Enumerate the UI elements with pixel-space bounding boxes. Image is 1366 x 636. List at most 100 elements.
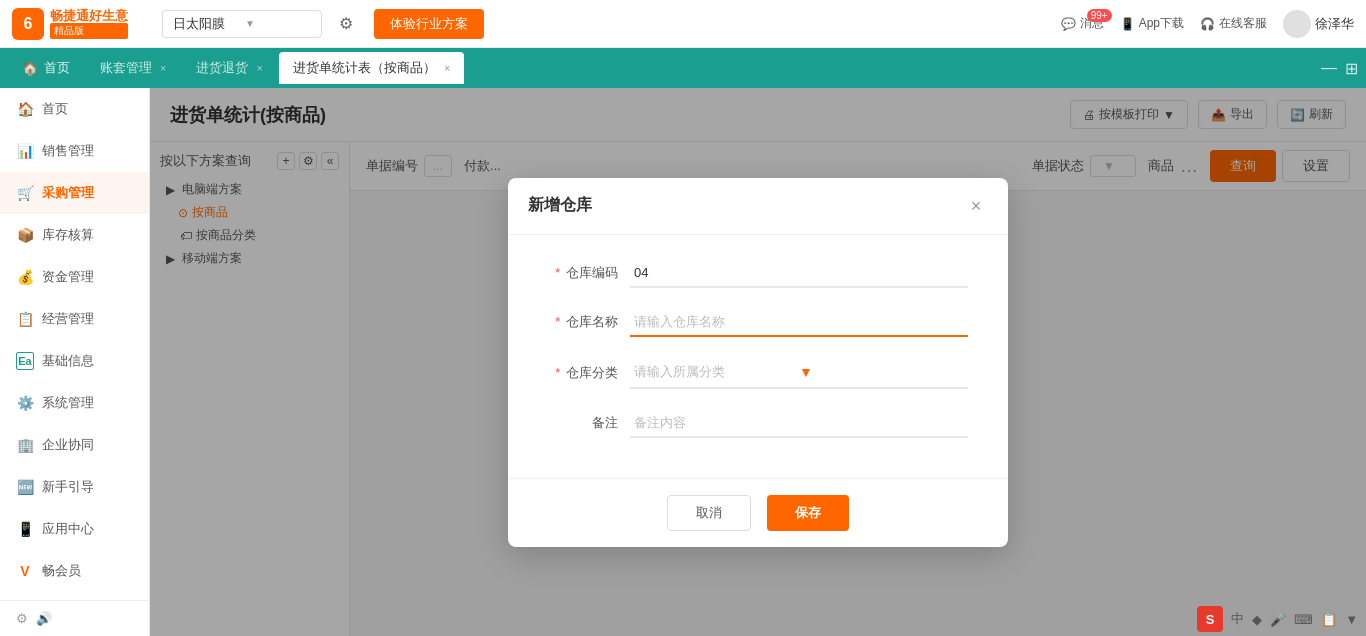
guide-icon: 🆕 [16,478,34,496]
main-layout: 🏠 首页 📊 销售管理 🛒 采购管理 📦 库存核算 💰 资金管理 📋 经营管理 … [0,88,1366,636]
header-right: 💬 消息 99+ 📱 App下载 🎧 在线客服 徐泽华 [1061,10,1354,38]
sidebar-item-guide[interactable]: 🆕 新手引导 [0,466,149,508]
sidebar-label-system: 系统管理 [42,394,94,412]
volume-icon[interactable]: 🔊 [36,611,52,626]
sidebar-label-sales: 销售管理 [42,142,94,160]
sidebar-label-home: 首页 [42,100,68,118]
warehouse-remark-input[interactable] [630,409,968,438]
chevron-down-icon: ▼ [245,18,311,29]
sidebar-label-apps: 应用中心 [42,520,94,538]
s-logo: S [1197,606,1223,632]
sidebar-label-guide: 新手引导 [42,478,94,496]
modal-overlay[interactable]: 新增仓库 × * 仓库编码 * [150,88,1366,636]
system-icon: ⚙️ [16,394,34,412]
diamond-icon[interactable]: ◆ [1252,612,1262,627]
form-item-category: * 仓库分类 请输入所属分类 ▼ [548,357,968,389]
message-badge: 99+ [1087,9,1112,22]
user-area[interactable]: 徐泽华 [1283,10,1354,38]
member-icon: V [16,562,34,580]
sidebar-item-home[interactable]: 🏠 首页 [0,88,149,130]
sidebar-label-operation: 经营管理 [42,310,94,328]
sidebar-label-purchase: 采购管理 [42,184,94,202]
tab-stat-close[interactable]: × [444,62,450,74]
user-name: 徐泽华 [1315,15,1354,33]
sidebar-item-sales[interactable]: 📊 销售管理 [0,130,149,172]
sidebar-item-basic[interactable]: Ea 基础信息 [0,340,149,382]
dialog-title: 新增仓库 [528,195,964,216]
sidebar-item-inventory[interactable]: 📦 库存核算 [0,214,149,256]
warehouse-category-select[interactable]: 请输入所属分类 ▼ [630,357,968,389]
content-area: 进货单统计(按商品) 🖨 按模板打印 ▼ 📤 导出 🔄 刷新 [150,88,1366,636]
tab-account-close[interactable]: × [160,62,166,74]
app-download-item[interactable]: 📱 App下载 [1120,15,1184,32]
logo-area: 6 畅捷通好生意 精品版 [12,8,162,40]
sidebar-item-enterprise[interactable]: 🏢 企业协同 [0,424,149,466]
sales-icon: 📊 [16,142,34,160]
warehouse-name-input[interactable] [630,308,968,337]
tab-home-label: 首页 [44,59,70,77]
home-icon: 🏠 [16,100,34,118]
form-label-remark: 备注 [548,414,618,432]
purchase-icon: 🛒 [16,184,34,202]
store-name: 日太阳膜 [173,15,239,33]
tab-stat[interactable]: 进货单统计表（按商品） × [279,52,464,84]
dialog-header: 新增仓库 × [508,178,1008,235]
inventory-icon: 📦 [16,226,34,244]
tab-account-label: 账套管理 [100,59,152,77]
tab-stat-label: 进货单统计表（按商品） [293,59,436,77]
home-icon: 🏠 [22,61,38,76]
messages-item[interactable]: 💬 消息 99+ [1061,15,1104,32]
dialog-new-warehouse: 新增仓库 × * 仓库编码 * [508,178,1008,547]
online-service-item[interactable]: 🎧 在线客服 [1200,15,1267,32]
settings-bottom-icon[interactable]: ⚙ [16,611,28,626]
tab-return[interactable]: 进货退货 × [182,52,276,84]
save-button[interactable]: 保存 [767,495,849,531]
form-label-name: * 仓库名称 [548,313,618,331]
tab-minimize-icon[interactable]: — [1321,59,1337,78]
chinese-input-icon[interactable]: 中 [1231,610,1244,628]
sidebar-label-enterprise: 企业协同 [42,436,94,454]
category-placeholder: 请输入所属分类 [634,363,799,381]
mic-icon[interactable]: 🎤 [1270,612,1286,627]
sidebar-label-basic: 基础信息 [42,352,94,370]
form-label-code: * 仓库编码 [548,264,618,282]
trial-button[interactable]: 体验行业方案 [374,9,484,39]
logo-icon: 6 [12,8,44,40]
app-download-label: App下载 [1139,15,1184,32]
settings-button[interactable]: ⚙ [330,8,362,40]
form-item-remark: 备注 [548,409,968,438]
sidebar-item-member[interactable]: V 畅会员 [0,550,149,592]
basic-icon: Ea [16,352,34,370]
sidebar-item-finance[interactable]: 💰 资金管理 [0,256,149,298]
online-service-label: 在线客服 [1219,15,1267,32]
headset-icon: 🎧 [1200,17,1215,31]
clipboard-icon[interactable]: 📋 [1321,612,1337,627]
tab-home[interactable]: 🏠 首页 [8,52,84,84]
logo-text: 畅捷通好生意 [50,8,128,24]
sidebar-item-operation[interactable]: 📋 经营管理 [0,298,149,340]
message-icon: 💬 [1061,17,1076,31]
tab-expand-icon[interactable]: ⊞ [1345,59,1358,78]
keyboard-icon[interactable]: ⌨ [1294,612,1313,627]
form-item-name: * 仓库名称 [548,308,968,337]
tab-bar: 🏠 首页 账套管理 × 进货退货 × 进货单统计表（按商品） × — ⊞ [0,48,1366,88]
sidebar-label-finance: 资金管理 [42,268,94,286]
dialog-footer: 取消 保存 [508,478,1008,547]
mobile-icon: 📱 [1120,17,1135,31]
logo-badge: 精品版 [50,23,128,39]
cancel-button[interactable]: 取消 [667,495,751,531]
warehouse-code-input[interactable] [630,259,968,288]
avatar [1283,10,1311,38]
tab-return-close[interactable]: × [256,62,262,74]
select-arrow-icon: ▼ [799,364,964,380]
tab-account[interactable]: 账套管理 × [86,52,180,84]
sidebar-label-member: 畅会员 [42,562,81,580]
store-selector[interactable]: 日太阳膜 ▼ [162,10,322,38]
sidebar-label-inventory: 库存核算 [42,226,94,244]
dialog-close-button[interactable]: × [964,194,988,218]
sidebar-item-system[interactable]: ⚙️ 系统管理 [0,382,149,424]
sidebar-item-apps[interactable]: 📱 应用中心 [0,508,149,550]
sidebar-item-purchase[interactable]: 🛒 采购管理 [0,172,149,214]
form-item-code: * 仓库编码 [548,259,968,288]
expand-icon[interactable]: ▼ [1345,612,1358,627]
